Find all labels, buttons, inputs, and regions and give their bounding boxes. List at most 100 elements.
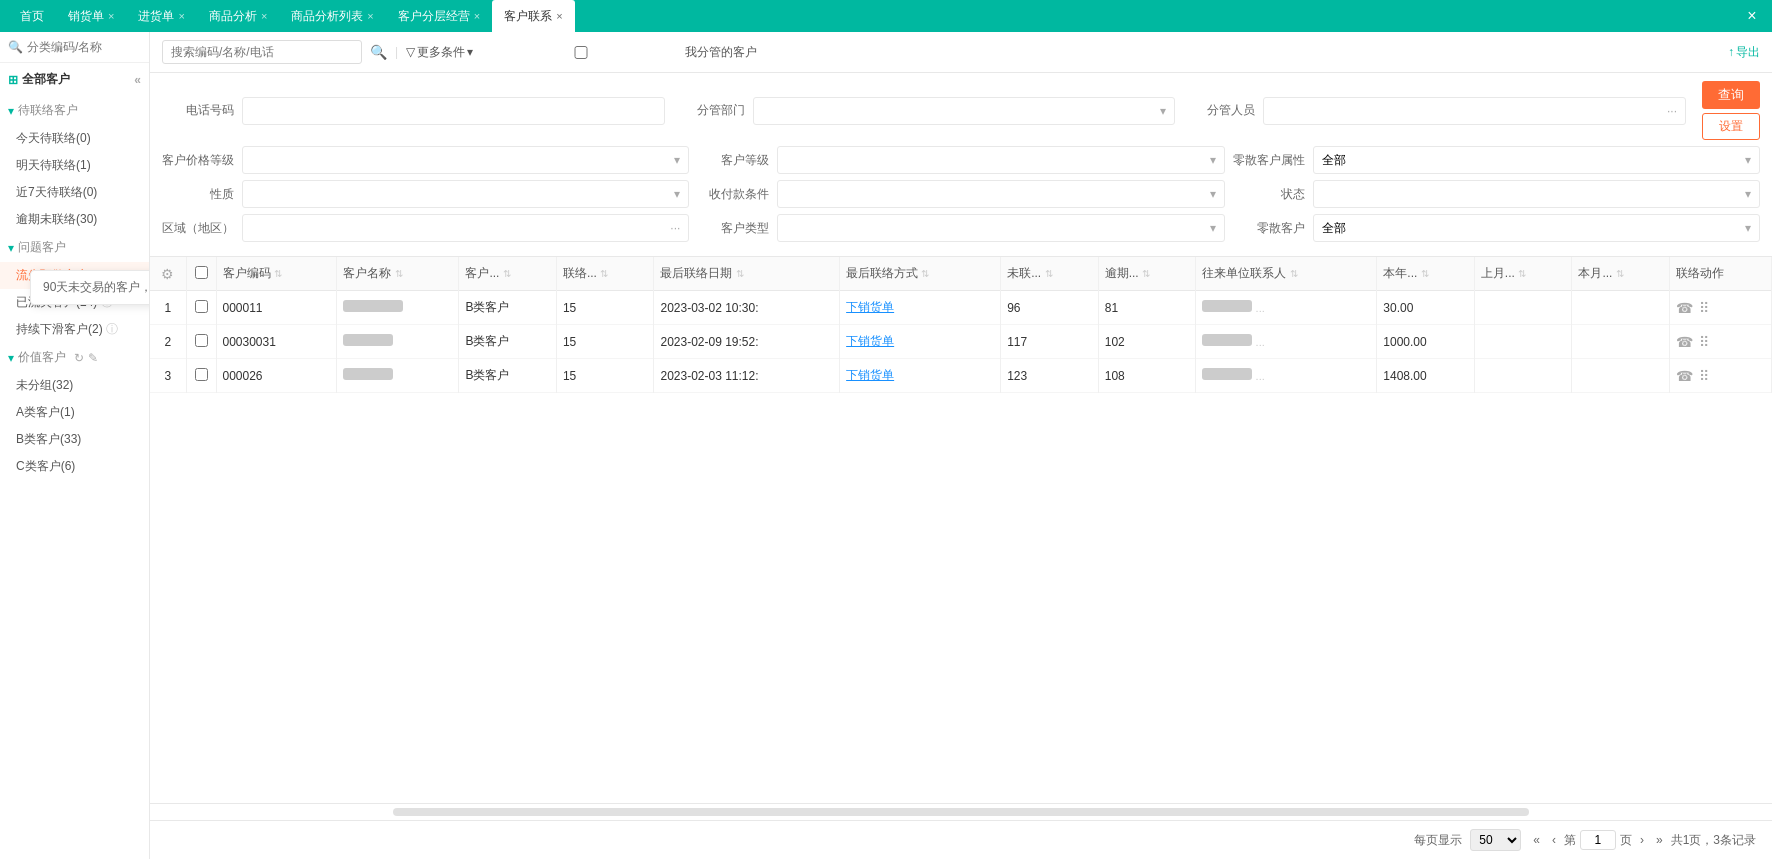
sidebar-item-declining[interactable]: 持续下滑客户(2) ⓘ <box>0 316 149 343</box>
filter-field-price-level: 客户价格等级 ▾ <box>162 146 689 174</box>
action-more-icon-1[interactable]: ⠿ <box>1699 334 1709 350</box>
my-customers-toggle[interactable]: 我分管的客户 <box>481 44 757 61</box>
settings-button[interactable]: 设置 <box>1702 113 1760 140</box>
cell-unlinked-1: 117 <box>1001 325 1099 359</box>
sidebar-search-input[interactable] <box>27 40 141 54</box>
cell-last-month-1 <box>1474 325 1572 359</box>
customer-type-select[interactable]: ▾ <box>777 214 1224 242</box>
sidebar-collapse-icon[interactable]: « <box>134 73 141 87</box>
gear-icon[interactable]: ⚙ <box>161 266 174 282</box>
select-all-checkbox[interactable] <box>195 266 208 279</box>
customer-level-select[interactable]: ▾ <box>777 146 1224 174</box>
sort-last-method-icon[interactable]: ⇅ <box>921 268 929 279</box>
row-checkbox-1[interactable] <box>195 334 208 347</box>
customer-name-blurred-0 <box>343 300 403 312</box>
action-contact-icon-0[interactable]: ☎ <box>1676 300 1693 316</box>
zero-attr-select[interactable]: 全部 ▾ <box>1313 146 1760 174</box>
edit-icon[interactable]: ✎ <box>88 351 98 365</box>
table-row: 3 000026 B类客户 15 2023-02-03 11:12: 下销货单 … <box>150 359 1772 393</box>
filter-field-phone: 电话号码 <box>162 97 665 125</box>
nav-close-analysis-list[interactable]: × <box>367 10 373 22</box>
row-checkbox-0[interactable] <box>195 300 208 313</box>
first-page-button[interactable]: « <box>1529 831 1544 849</box>
col-this-year-label: 本年... <box>1383 266 1417 280</box>
horizontal-scrollbar[interactable] <box>393 808 1528 816</box>
sidebar-item-a-class[interactable]: A类客户(1) <box>0 399 149 426</box>
window-close-button[interactable]: × <box>1740 4 1764 28</box>
status-select[interactable]: ▾ <box>1313 180 1760 208</box>
prev-page-button[interactable]: ‹ <box>1548 831 1560 849</box>
sort-code-icon[interactable]: ⇅ <box>274 268 282 279</box>
manager-select[interactable]: ··· <box>1263 97 1686 125</box>
action-more-icon-2[interactable]: ⠿ <box>1699 368 1709 384</box>
page-input[interactable] <box>1580 830 1616 850</box>
action-more-icon-0[interactable]: ⠿ <box>1699 300 1709 316</box>
sort-type-icon[interactable]: ⇅ <box>503 268 511 279</box>
sort-last-date-icon[interactable]: ⇅ <box>736 268 744 279</box>
action-contact-icon-2[interactable]: ☎ <box>1676 368 1693 384</box>
refresh-icon[interactable]: ↻ <box>74 351 84 365</box>
zero-customer-select[interactable]: 全部 ▾ <box>1313 214 1760 242</box>
sort-unlinked-icon[interactable]: ⇅ <box>1045 268 1053 279</box>
sidebar-section-value[interactable]: ▾ 价值客户 ↻ ✎ <box>0 343 149 372</box>
sidebar-item-b-class[interactable]: B类客户(33) <box>0 426 149 453</box>
dept-select[interactable]: ▾ <box>753 97 1176 125</box>
nav-close-analysis[interactable]: × <box>261 10 267 22</box>
main-layout: 🔍 ⊞ 全部客户 « ▾ 待联络客户 今天待联络(0) 明天待联络(1) 近7天… <box>0 32 1772 859</box>
sort-overdue-icon[interactable]: ⇅ <box>1142 268 1150 279</box>
sidebar-root[interactable]: ⊞ 全部客户 « <box>0 63 149 96</box>
more-conditions-button[interactable]: ▽ 更多条件 ▾ <box>406 44 473 61</box>
per-page-select[interactable]: 50 20 100 <box>1470 829 1521 851</box>
nav-close-purchase[interactable]: × <box>178 10 184 22</box>
manager-caret: ··· <box>1667 104 1677 118</box>
next-page-button[interactable]: › <box>1636 831 1648 849</box>
sidebar-section-problem[interactable]: ▾ 问题客户 <box>0 233 149 262</box>
contact-method-link-0[interactable]: 下销货单 <box>846 300 894 314</box>
contact-method-link-2[interactable]: 下销货单 <box>846 368 894 382</box>
nav-item-customer-tier[interactable]: 客户分层经营 × <box>386 0 492 32</box>
nav-close-sales[interactable]: × <box>108 10 114 22</box>
sidebar-item-tomorrow[interactable]: 明天待联络(1) <box>0 152 149 179</box>
gender-select[interactable]: ▾ <box>242 180 689 208</box>
nav-close-customer-tier[interactable]: × <box>474 10 480 22</box>
sort-contact-icon[interactable]: ⇅ <box>600 268 608 279</box>
arrow-down-icon: ▾ <box>8 104 14 118</box>
nav-item-analysis-list[interactable]: 商品分析列表 × <box>279 0 385 32</box>
sort-last-month-icon[interactable]: ⇅ <box>1518 268 1526 279</box>
sidebar-item-overdue[interactable]: 逾期未联络(30) <box>0 206 149 233</box>
sidebar-item-7days[interactable]: 近7天待联络(0) <box>0 179 149 206</box>
customer-table: ⚙ 客户编码 ⇅ 客户名称 ⇅ <box>150 257 1772 393</box>
nav-item-sales[interactable]: 销货单 × <box>56 0 126 32</box>
search-input[interactable] <box>162 40 362 64</box>
sidebar-item-c-class[interactable]: C类客户(6) <box>0 453 149 480</box>
filter-row-1: 电话号码 分管部门 ▾ 分管人员 ··· <box>162 81 1760 140</box>
col-name-label: 客户名称 <box>343 266 391 280</box>
my-customers-checkbox[interactable] <box>481 46 681 59</box>
sort-name-icon[interactable]: ⇅ <box>395 268 403 279</box>
price-level-select[interactable]: ▾ <box>242 146 689 174</box>
col-header-contact-person: 往来单位联系人 ⇅ <box>1196 257 1377 291</box>
sidebar-section-pending[interactable]: ▾ 待联络客户 <box>0 96 149 125</box>
cell-type-2: B类客户 <box>459 359 557 393</box>
sidebar-item-unclassified[interactable]: 未分组(32) <box>0 372 149 399</box>
nav-item-home[interactable]: 首页 <box>8 0 56 32</box>
nav-close-customer-contact[interactable]: × <box>556 10 562 22</box>
area-select[interactable]: ··· <box>242 214 689 242</box>
sidebar-item-today[interactable]: 今天待联络(0) <box>0 125 149 152</box>
payment-select[interactable]: ▾ <box>777 180 1224 208</box>
search-button[interactable]: 🔍 <box>370 44 387 60</box>
sort-this-month-icon[interactable]: ⇅ <box>1616 268 1624 279</box>
action-contact-icon-1[interactable]: ☎ <box>1676 334 1693 350</box>
query-button[interactable]: 查询 <box>1702 81 1760 109</box>
last-page-button[interactable]: » <box>1652 831 1667 849</box>
sort-contact-person-icon[interactable]: ⇅ <box>1290 268 1298 279</box>
sort-this-year-icon[interactable]: ⇅ <box>1421 268 1429 279</box>
row-checkbox-2[interactable] <box>195 368 208 381</box>
col-header-last-month: 上月... ⇅ <box>1474 257 1572 291</box>
nav-item-customer-contact[interactable]: 客户联系 × <box>492 0 574 32</box>
export-button[interactable]: ↑ 导出 <box>1728 44 1760 61</box>
phone-input[interactable] <box>242 97 665 125</box>
nav-item-analysis[interactable]: 商品分析 × <box>197 0 279 32</box>
nav-item-purchase[interactable]: 进货单 × <box>126 0 196 32</box>
contact-method-link-1[interactable]: 下销货单 <box>846 334 894 348</box>
